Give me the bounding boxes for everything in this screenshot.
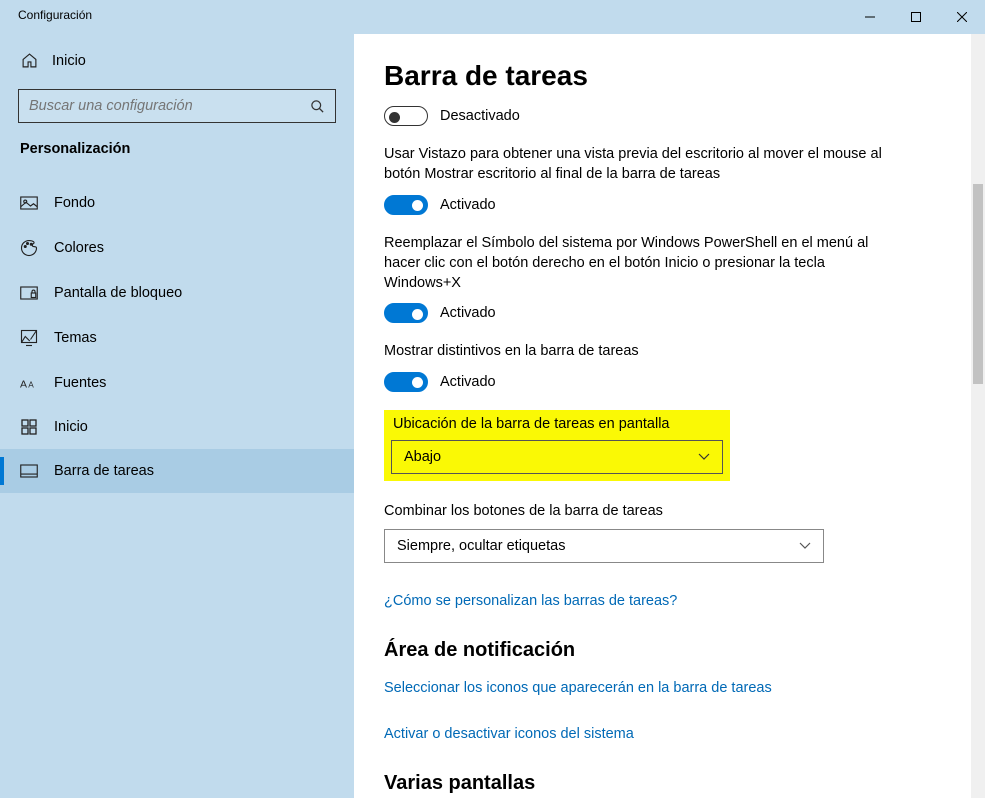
close-button[interactable] [939,0,985,34]
sidebar-item-temas[interactable]: Temas [0,315,354,361]
combine-dropdown[interactable]: Siempre, ocultar etiquetas [384,529,824,563]
notification-heading: Área de notificación [384,639,941,662]
scrollbar[interactable] [971,34,985,798]
toggle-1-state: Desactivado [440,108,520,124]
combine-value: Siempre, ocultar etiquetas [397,538,565,554]
toggle-2-desc: Usar Vistazo para obtener una vista prev… [384,144,904,185]
toggle-3-desc: Reemplazar el Símbolo del sistema por Wi… [384,233,904,294]
select-icons-link[interactable]: Seleccionar los iconos que aparecerán en… [384,680,941,696]
page-title: Barra de tareas [384,60,941,92]
toggle-4-state: Activado [440,374,496,390]
chevron-down-icon [799,542,811,550]
toggle-3-state: Activado [440,305,496,321]
system-icons-link[interactable]: Activar o desactivar iconos del sistema [384,726,941,742]
toggle-4-desc: Mostrar distintivos en la barra de tarea… [384,341,904,361]
titlebar: Configuración [0,0,985,34]
search-icon [310,99,325,114]
multi-display-heading: Varias pantallas [384,772,941,795]
sidebar-item-label: Colores [54,240,104,256]
toggle-1[interactable] [384,106,428,126]
sidebar-item-fuentes[interactable]: AA Fuentes [0,361,354,405]
svg-text:A: A [20,379,27,391]
taskbar-location-block: Ubicación de la barra de tareas en panta… [384,410,730,481]
scrollbar-thumb[interactable] [973,184,983,384]
chevron-down-icon [698,453,710,461]
help-link[interactable]: ¿Cómo se personalizan las barras de tare… [384,593,941,609]
toggle-3[interactable] [384,303,428,323]
sidebar-item-pantalla-bloqueo[interactable]: Pantalla de bloqueo [0,271,354,315]
fonts-icon: AA [20,375,38,391]
location-dropdown[interactable]: Abajo [391,440,723,474]
toggle-2-state: Activado [440,197,496,213]
picture-icon [20,196,38,210]
sidebar-item-label: Fuentes [54,375,106,391]
home-link[interactable]: Inicio [0,34,354,83]
sidebar-item-label: Temas [54,330,97,346]
lockscreen-icon [20,286,38,300]
toggle-2[interactable] [384,195,428,215]
location-label: Ubicación de la barra de tareas en panta… [393,416,723,432]
sidebar-item-barra-tareas[interactable]: Barra de tareas [0,449,354,493]
sidebar-item-label: Inicio [54,419,88,435]
svg-text:A: A [28,381,34,390]
sidebar-item-label: Fondo [54,195,95,211]
sidebar-item-colores[interactable]: Colores [0,225,354,271]
sidebar-item-label: Barra de tareas [54,463,154,479]
content-area: Barra de tareas Desactivado Usar Vistazo… [354,34,985,798]
minimize-button[interactable] [847,0,893,34]
home-label: Inicio [52,53,86,69]
palette-icon [20,239,38,257]
sidebar: Inicio Personalización Fondo Colores Pan… [0,34,354,798]
themes-icon [20,329,38,347]
start-icon [20,419,38,435]
combine-label: Combinar los botones de la barra de tare… [384,503,941,519]
taskbar-icon [20,464,38,478]
home-icon [20,52,38,69]
sidebar-item-fondo[interactable]: Fondo [0,181,354,225]
sidebar-item-label: Pantalla de bloqueo [54,285,182,301]
location-value: Abajo [404,449,441,465]
window-title: Configuración [18,8,92,22]
maximize-button[interactable] [893,0,939,34]
sidebar-item-inicio[interactable]: Inicio [0,405,354,449]
search-box[interactable] [18,89,336,123]
search-input[interactable] [29,98,310,114]
toggle-4[interactable] [384,372,428,392]
section-label: Personalización [0,141,354,169]
